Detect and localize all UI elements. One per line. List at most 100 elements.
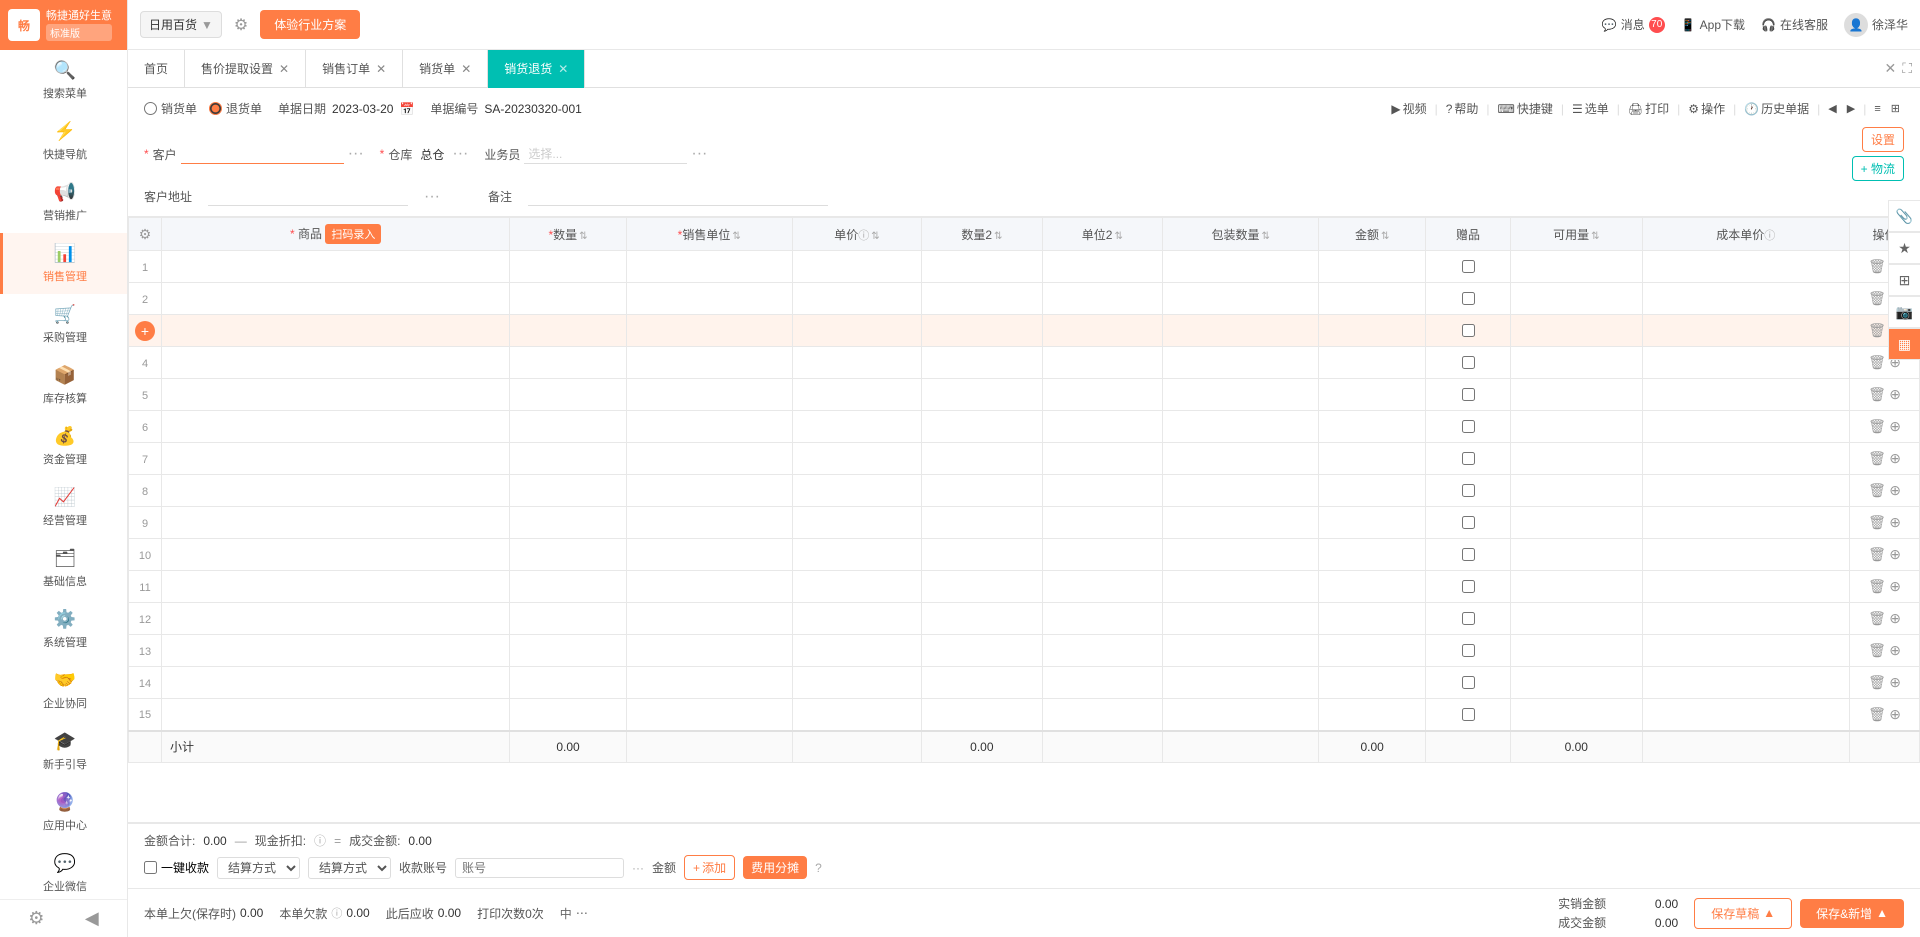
address-input[interactable] <box>208 187 408 206</box>
staff-more-icon[interactable]: ··· <box>691 145 707 163</box>
delete-row-8[interactable]: 🗑 <box>1868 482 1886 499</box>
sidebar-item-operations[interactable]: 📈 经营管理 <box>0 477 127 538</box>
copy-row-11[interactable]: ⊕ <box>1889 578 1901 595</box>
tab-home[interactable]: 首页 <box>128 50 185 88</box>
product-input-3[interactable] <box>168 324 503 338</box>
gift-check-3[interactable] <box>1462 324 1475 337</box>
sidebar-item-system[interactable]: ⚙️ 系统管理 <box>0 599 127 660</box>
calendar-icon[interactable]: 📅 <box>399 102 414 116</box>
delete-row-4[interactable]: 🗑 <box>1868 354 1886 371</box>
floating-clip-icon[interactable]: 📎 <box>1888 200 1920 232</box>
radio-return[interactable]: 退货单 <box>209 100 262 117</box>
tab-close-sale-return[interactable]: ✕ <box>558 62 568 76</box>
tab-sale-return[interactable]: 销货退货✕ <box>488 50 585 88</box>
sidebar-item-marketing[interactable]: 📢 营销推广 <box>0 172 127 233</box>
sidebar-item-purchase[interactable]: 🛒 采购管理 <box>0 294 127 355</box>
cost-allocation-btn[interactable]: 费用分摊 <box>743 856 807 879</box>
online-service-btn[interactable]: 🎧 在线客服 <box>1761 16 1828 33</box>
copy-row-7[interactable]: ⊕ <box>1889 450 1901 467</box>
cost-help-icon[interactable]: ? <box>815 861 822 875</box>
gift-check-14[interactable] <box>1462 676 1475 689</box>
account-more-icon[interactable]: ··· <box>632 861 644 875</box>
gift-check-5[interactable] <box>1462 388 1475 401</box>
next-record-btn[interactable]: ▶ <box>1843 100 1859 117</box>
sidebar-item-finance[interactable]: 💰 资金管理 <box>0 416 127 477</box>
message-btn[interactable]: 💬 消息 70 <box>1602 16 1665 33</box>
topbar-gear-icon[interactable]: ⚙ <box>234 15 248 35</box>
settings-icon[interactable]: ⚙ <box>28 908 44 929</box>
delete-row-7[interactable]: 🗑 <box>1868 450 1886 467</box>
gift-check-1[interactable] <box>1462 260 1475 273</box>
video-btn[interactable]: ▶ 视频 <box>1387 98 1430 119</box>
sidebar-item-search[interactable]: 🔍 搜索菜单 <box>0 50 127 111</box>
delete-row-3[interactable]: 🗑 <box>1868 322 1886 339</box>
account-input[interactable] <box>455 858 624 878</box>
calc-method-select2[interactable]: 结算方式 <box>308 857 391 879</box>
tab-close-sale-price[interactable]: ✕ <box>279 62 289 76</box>
radio-sale[interactable]: 销货单 <box>144 100 197 117</box>
floating-home-icon[interactable]: ⊞ <box>1888 264 1920 296</box>
gift-check-4[interactable] <box>1462 356 1475 369</box>
list-view-btn[interactable]: ≡ <box>1870 101 1884 117</box>
one-click-pay-check[interactable]: 一键收款 <box>144 859 209 876</box>
copy-row-12[interactable]: ⊕ <box>1889 610 1901 627</box>
history-btn[interactable]: 🕐 历史单据 <box>1740 98 1813 119</box>
copy-row-8[interactable]: ⊕ <box>1889 482 1901 499</box>
tab-sale-price[interactable]: 售价提取设置✕ <box>185 50 306 88</box>
tab-close-sale-order[interactable]: ✕ <box>376 62 386 76</box>
prev-record-btn[interactable]: ◀ <box>1824 100 1840 117</box>
remark-input[interactable] <box>528 187 828 206</box>
sidebar-item-basic[interactable]: 🗂 基础信息 <box>0 538 127 599</box>
print-btn[interactable]: 🖨 打印 <box>1624 98 1673 119</box>
copy-row-15[interactable]: ⊕ <box>1889 706 1901 723</box>
tab-close-sale-out[interactable]: ✕ <box>461 62 471 76</box>
expand-icon[interactable]: ⛶ <box>1902 60 1912 77</box>
sidebar-item-wechat[interactable]: 💬 企业微信 <box>0 843 127 899</box>
industry-select[interactable]: 日用百货 ▼ <box>140 11 222 38</box>
gift-check-9[interactable] <box>1462 516 1475 529</box>
discount-help-icon[interactable]: ⓘ <box>314 832 326 849</box>
gear-icon[interactable]: ⚙ <box>139 226 152 242</box>
sidebar-item-appstore[interactable]: 🔮 应用中心 <box>0 782 127 843</box>
experience-btn[interactable]: 体验行业方案 <box>260 10 360 39</box>
delete-row-12[interactable]: 🗑 <box>1868 610 1886 627</box>
gift-check-13[interactable] <box>1462 644 1475 657</box>
floating-camera-icon[interactable]: 📷 <box>1888 296 1920 328</box>
copy-row-9[interactable]: ⊕ <box>1889 514 1901 531</box>
gift-check-12[interactable] <box>1462 612 1475 625</box>
scan-input-btn[interactable]: 扫码录入 <box>325 224 381 244</box>
gift-check-15[interactable] <box>1462 708 1475 721</box>
copy-row-14[interactable]: ⊕ <box>1889 674 1901 691</box>
delete-row-15[interactable]: 🗑 <box>1868 706 1886 723</box>
delete-row-11[interactable]: 🗑 <box>1868 578 1886 595</box>
copy-row-10[interactable]: ⊕ <box>1889 546 1901 563</box>
gift-check-6[interactable] <box>1462 420 1475 433</box>
gift-check-2[interactable] <box>1462 292 1475 305</box>
address-more-icon[interactable]: ··· <box>424 188 440 206</box>
calc-method-select[interactable]: 结算方式 <box>217 857 300 879</box>
grid-view-btn[interactable]: ⊞ <box>1887 100 1904 117</box>
shortcut-btn[interactable]: ⌨ 快捷键 <box>1494 98 1557 119</box>
gift-check-8[interactable] <box>1462 484 1475 497</box>
floating-star-icon[interactable]: ★ <box>1888 232 1920 264</box>
gift-check-11[interactable] <box>1462 580 1475 593</box>
delete-row-2[interactable]: 🗑 <box>1868 290 1886 307</box>
customer-input[interactable] <box>181 145 344 164</box>
settings-btn[interactable]: 设置 <box>1862 127 1904 152</box>
help-btn[interactable]: ? 帮助 <box>1442 98 1483 119</box>
sidebar-item-sales[interactable]: 📊 销售管理 <box>0 233 127 294</box>
sidebar-item-newguide[interactable]: 🎓 新手引导 <box>0 721 127 782</box>
delete-row-1[interactable]: 🗑 <box>1868 258 1886 275</box>
copy-row-5[interactable]: ⊕ <box>1889 386 1901 403</box>
user-info[interactable]: 👤 徐泽华 <box>1844 13 1908 37</box>
sidebar-item-shortcut[interactable]: ⚡ 快捷导航 <box>0 111 127 172</box>
gift-check-10[interactable] <box>1462 548 1475 561</box>
delete-row-6[interactable]: 🗑 <box>1868 418 1886 435</box>
delete-row-14[interactable]: 🗑 <box>1868 674 1886 691</box>
app-download-btn[interactable]: 📱 App下载 <box>1681 16 1745 33</box>
tab-sale-out[interactable]: 销货单✕ <box>403 50 488 88</box>
floating-orange-icon[interactable]: ▦ <box>1888 328 1920 360</box>
sidebar-item-enterprise[interactable]: 🤝 企业协同 <box>0 660 127 721</box>
logistics-btn[interactable]: + 物流 <box>1852 156 1904 181</box>
tab-sale-order[interactable]: 销售订单✕ <box>306 50 403 88</box>
